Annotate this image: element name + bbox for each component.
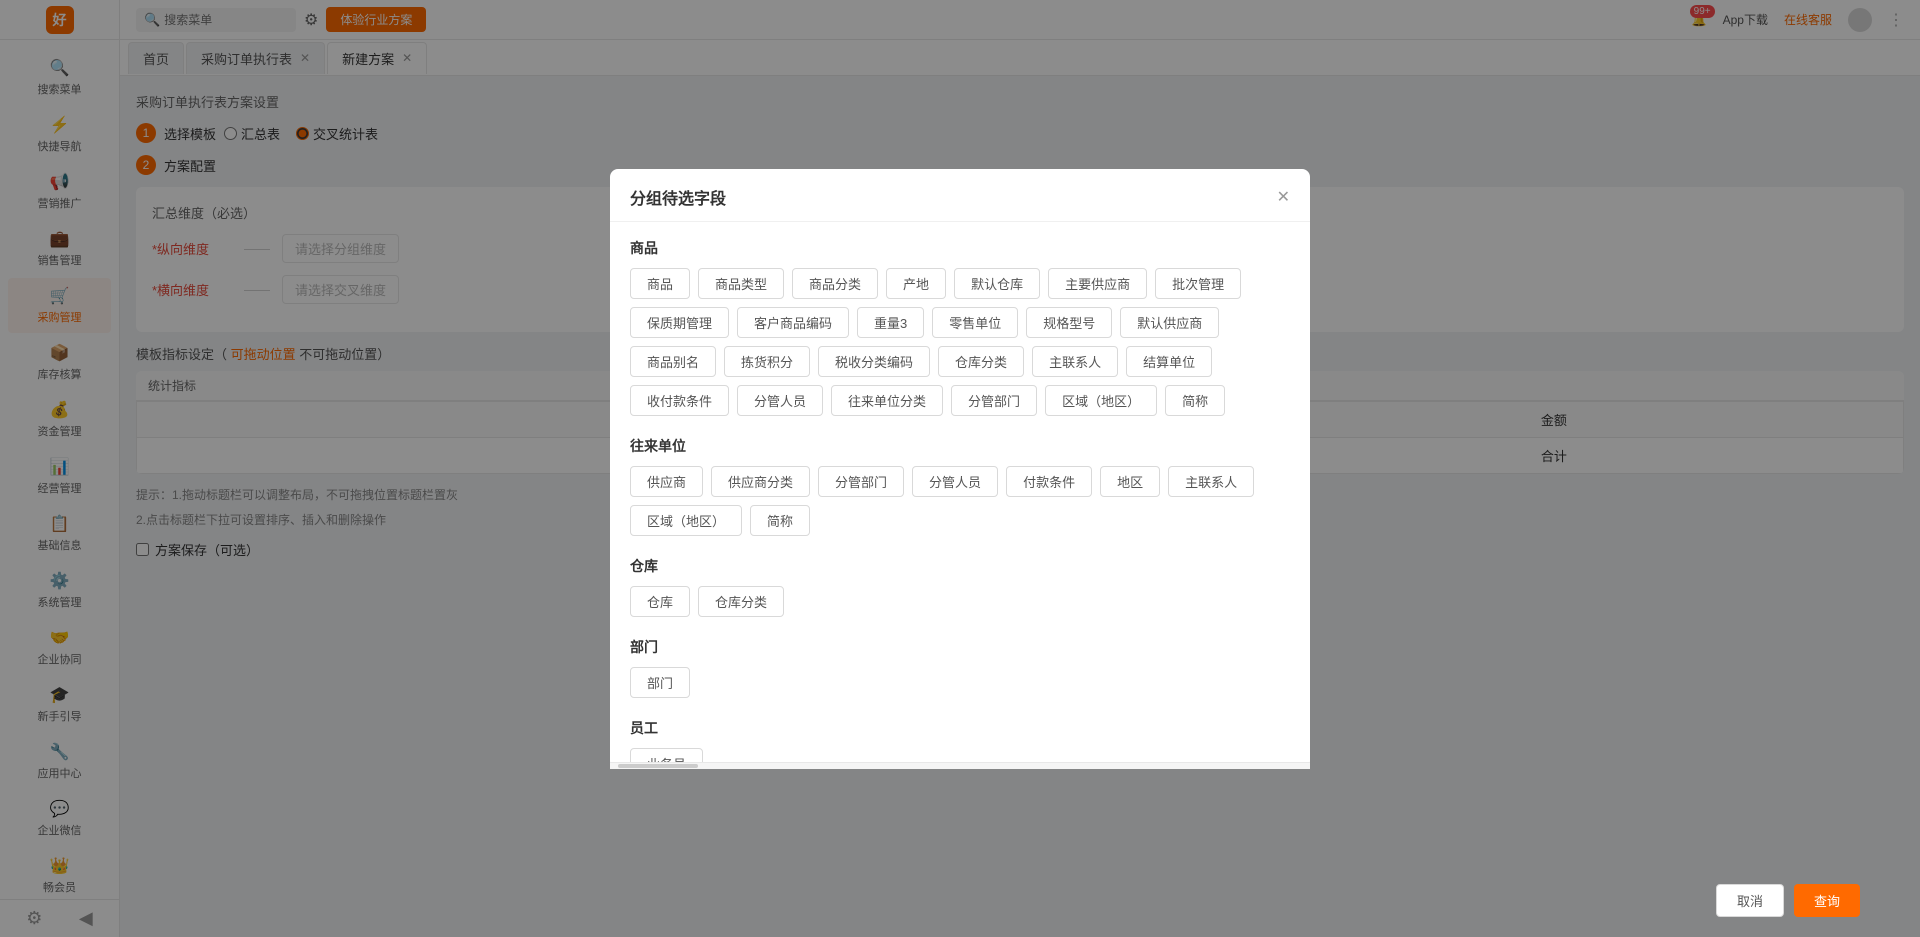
field-tag-product-9[interactable]: 重量3 [857, 307, 924, 338]
field-tag-product-16[interactable]: 仓库分类 [938, 346, 1024, 377]
field-tags-department: 部门 [630, 667, 1290, 698]
field-tag-product-4[interactable]: 默认仓库 [954, 268, 1040, 299]
section-title-employee: 员工 [630, 718, 1290, 738]
section-title-product: 商品 [630, 238, 1290, 258]
section-title-department: 部门 [630, 637, 1290, 657]
field-tag-partner-5[interactable]: 地区 [1100, 466, 1160, 497]
modal-close-button[interactable]: ✕ [1277, 187, 1290, 207]
field-section-department: 部门部门 [630, 637, 1290, 698]
field-tag-product-18[interactable]: 结算单位 [1126, 346, 1212, 377]
field-tag-warehouse-0[interactable]: 仓库 [630, 586, 690, 617]
field-tag-partner-8[interactable]: 简称 [750, 505, 810, 536]
field-tag-partner-4[interactable]: 付款条件 [1006, 466, 1092, 497]
field-tag-product-3[interactable]: 产地 [886, 268, 946, 299]
horizontal-scrollbar[interactable] [610, 762, 1310, 769]
field-section-warehouse: 仓库仓库仓库分类 [630, 556, 1290, 617]
field-tag-product-10[interactable]: 零售单位 [932, 307, 1018, 338]
modal-overlay: 分组待选字段 ✕ 商品商品商品类型商品分类产地默认仓库主要供应商批次管理保质期管… [0, 0, 1920, 937]
field-tags-employee: 业务员 [630, 748, 1290, 762]
field-section-product: 商品商品商品类型商品分类产地默认仓库主要供应商批次管理保质期管理客户商品编码重量… [630, 238, 1290, 416]
modal-footer-buttons: 取消 查询 [1716, 884, 1860, 917]
field-tag-product-6[interactable]: 批次管理 [1155, 268, 1241, 299]
cancel-button[interactable]: 取消 [1716, 884, 1784, 917]
field-tag-warehouse-1[interactable]: 仓库分类 [698, 586, 784, 617]
field-tag-product-13[interactable]: 商品别名 [630, 346, 716, 377]
field-tag-product-7[interactable]: 保质期管理 [630, 307, 729, 338]
field-section-partner: 往来单位供应商供应商分类分管部门分管人员付款条件地区主联系人区域（地区） 简称 [630, 436, 1290, 536]
field-tag-department-0[interactable]: 部门 [630, 667, 690, 698]
section-title-partner: 往来单位 [630, 436, 1290, 456]
field-tag-product-14[interactable]: 拣货积分 [724, 346, 810, 377]
field-tag-product-19[interactable]: 收付款条件 [630, 385, 729, 416]
field-tag-product-5[interactable]: 主要供应商 [1048, 268, 1147, 299]
scrollbar-thumb[interactable] [618, 764, 698, 768]
field-tag-partner-3[interactable]: 分管人员 [912, 466, 998, 497]
field-tag-product-23[interactable]: 区域（地区） [1045, 385, 1157, 416]
modal-body: 商品商品商品类型商品分类产地默认仓库主要供应商批次管理保质期管理客户商品编码重量… [610, 222, 1310, 762]
field-tag-product-12[interactable]: 默认供应商 [1120, 307, 1219, 338]
field-tag-product-20[interactable]: 分管人员 [737, 385, 823, 416]
modal-title: 分组待选字段 [630, 185, 726, 209]
field-tag-product-17[interactable]: 主联系人 [1032, 346, 1118, 377]
section-title-warehouse: 仓库 [630, 556, 1290, 576]
field-tag-product-15[interactable]: 税收分类编码 [818, 346, 930, 377]
field-tag-product-0[interactable]: 商品 [630, 268, 690, 299]
field-tag-product-24[interactable]: 简称 [1165, 385, 1225, 416]
field-tag-product-1[interactable]: 商品类型 [698, 268, 784, 299]
field-tag-partner-2[interactable]: 分管部门 [818, 466, 904, 497]
field-tag-partner-7[interactable]: 区域（地区） [630, 505, 742, 536]
confirm-button[interactable]: 查询 [1794, 884, 1860, 917]
field-tag-product-11[interactable]: 规格型号 [1026, 307, 1112, 338]
field-tag-product-2[interactable]: 商品分类 [792, 268, 878, 299]
field-tags-partner: 供应商供应商分类分管部门分管人员付款条件地区主联系人区域（地区） 简称 [630, 466, 1290, 536]
field-tag-partner-1[interactable]: 供应商分类 [711, 466, 810, 497]
modal-header: 分组待选字段 ✕ [610, 169, 1310, 222]
field-tag-product-21[interactable]: 往来单位分类 [831, 385, 943, 416]
field-section-employee: 员工业务员 [630, 718, 1290, 762]
modal: 分组待选字段 ✕ 商品商品商品类型商品分类产地默认仓库主要供应商批次管理保质期管… [610, 169, 1310, 769]
field-tag-partner-6[interactable]: 主联系人 [1168, 466, 1254, 497]
field-tags-product: 商品商品类型商品分类产地默认仓库主要供应商批次管理保质期管理客户商品编码重量3 零… [630, 268, 1290, 416]
field-tag-employee-0[interactable]: 业务员 [630, 748, 703, 762]
field-tag-partner-0[interactable]: 供应商 [630, 466, 703, 497]
field-tags-warehouse: 仓库仓库分类 [630, 586, 1290, 617]
field-tag-product-8[interactable]: 客户商品编码 [737, 307, 849, 338]
field-tag-product-22[interactable]: 分管部门 [951, 385, 1037, 416]
